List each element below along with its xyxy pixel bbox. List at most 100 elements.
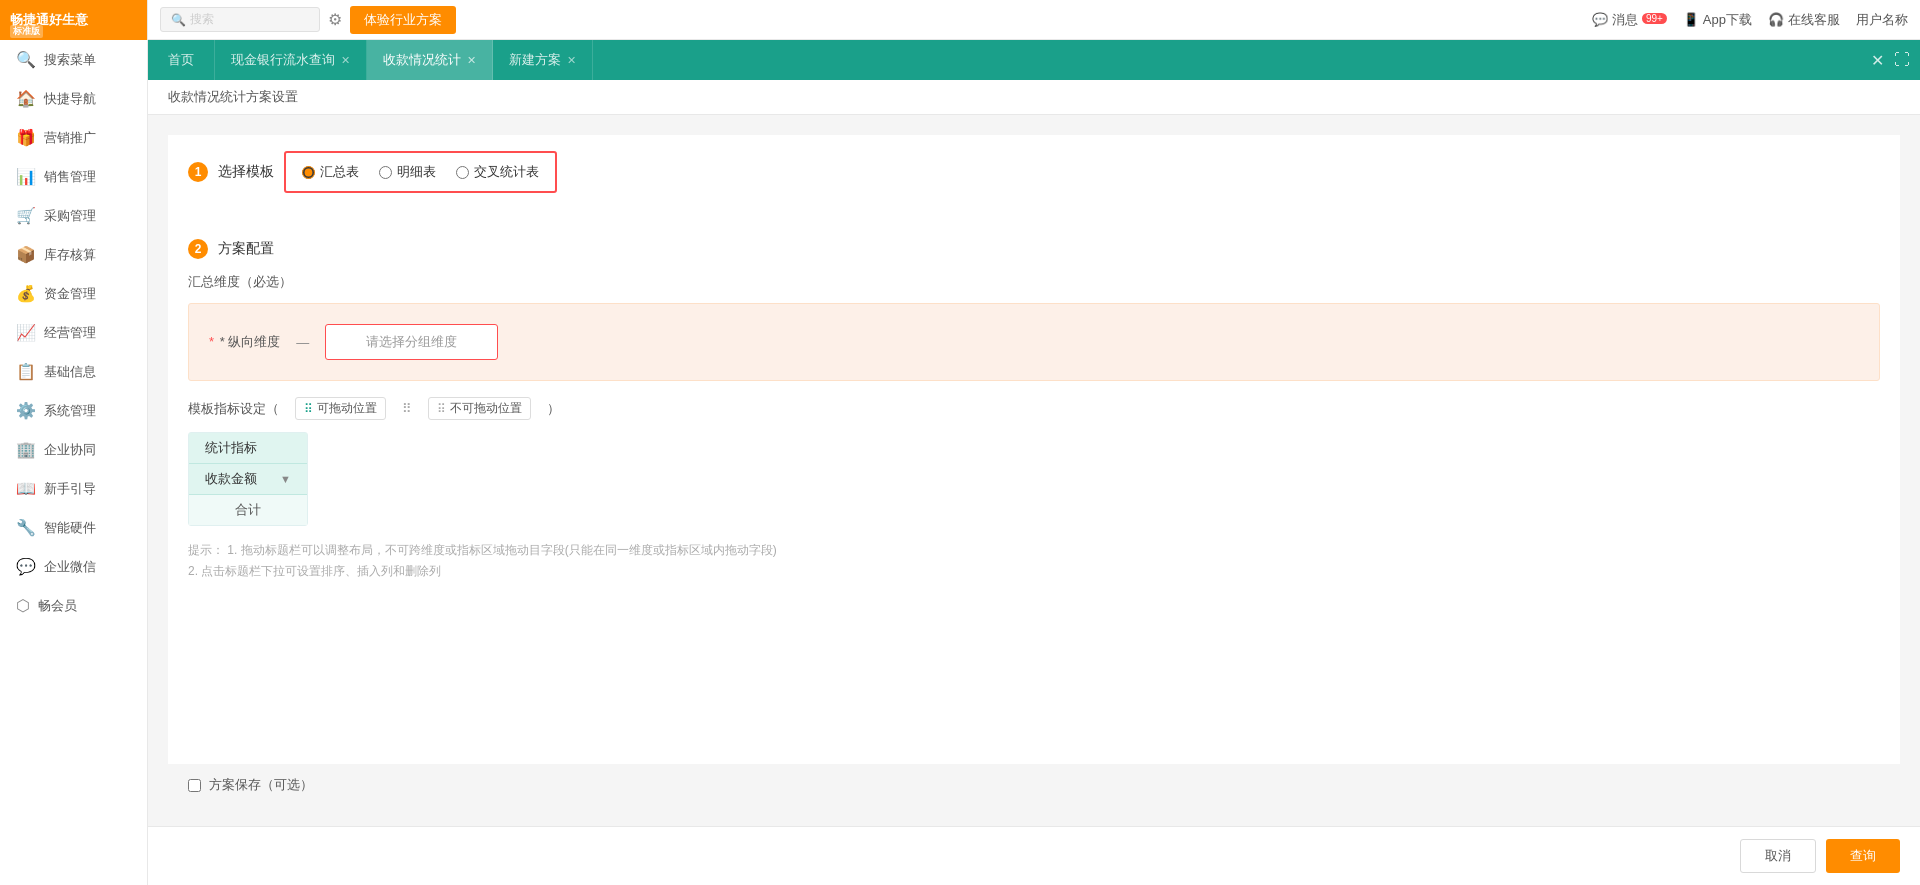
- search-box[interactable]: 🔍 搜索: [160, 7, 320, 32]
- home-icon: 🏠: [16, 89, 36, 108]
- sidebar-item-wechat[interactable]: 💬 企业微信: [0, 547, 147, 586]
- download-icon: 📱: [1683, 12, 1699, 27]
- user-name[interactable]: 用户名称: [1856, 11, 1908, 29]
- sidebar-item-marketing[interactable]: 🎁 营销推广: [0, 118, 147, 157]
- sidebar-item-purchase[interactable]: 🛒 采购管理: [0, 196, 147, 235]
- dimension-area: * * 纵向维度 — 请选择分组维度: [188, 303, 1880, 381]
- metric-settings: 模板指标设定（ ⠿ 可拖动位置 ⠿ ⠿ 不可拖动位置 ）: [188, 397, 1880, 526]
- service-item[interactable]: 🎧 在线客服: [1768, 11, 1840, 29]
- sidebar-item-enterprise[interactable]: 🏢 企业协同: [0, 430, 147, 469]
- radio-summary[interactable]: 汇总表: [302, 163, 359, 181]
- metric-item-header[interactable]: 收款金额 ▼: [189, 464, 307, 495]
- industry-button[interactable]: 体验行业方案: [350, 6, 456, 34]
- tab-new-plan-close[interactable]: ✕: [567, 54, 576, 67]
- no-drag-tag: ⠿ 不可拖动位置: [428, 397, 531, 420]
- tab-collection-stats[interactable]: 收款情况统计 ✕: [367, 40, 493, 80]
- header-right: 💬 消息 99+ 📱 App下载 🎧 在线客服 用户名称: [1592, 11, 1908, 29]
- member-icon: ⬡: [16, 596, 30, 615]
- arrow-icon: —: [296, 335, 309, 350]
- step1-title: 选择模板: [218, 163, 274, 181]
- search-icon: 🔍: [16, 50, 36, 69]
- version-tag: 标准版: [10, 25, 43, 38]
- sidebar-item-inventory[interactable]: 📦 库存核算: [0, 235, 147, 274]
- notification-badge: 99+: [1642, 13, 1667, 24]
- sidebar-search-label: 搜索菜单: [44, 51, 96, 69]
- notification-label: 消息: [1612, 11, 1638, 29]
- save-plan-label: 方案保存（可选）: [209, 776, 313, 794]
- radio-cross-input[interactable]: [456, 166, 469, 179]
- cart-icon: 🛒: [16, 206, 36, 225]
- notification-item[interactable]: 💬 消息 99+: [1592, 11, 1667, 29]
- message-icon: 💬: [1592, 12, 1608, 27]
- service-label: 在线客服: [1788, 11, 1840, 29]
- page-footer: 方案保存（可选）: [168, 764, 1900, 806]
- drag-icon: ⠿: [304, 402, 313, 416]
- tips-area: 提示： 1. 拖动标题栏可以调整布局，不可跨维度或指标区域拖动目字段(只能在同一…: [188, 542, 1880, 580]
- chart-icon: 📊: [16, 167, 36, 186]
- sidebar-item-hardware[interactable]: 🔧 智能硬件: [0, 508, 147, 547]
- tab-expand-icon[interactable]: ⛶: [1894, 51, 1910, 69]
- sidebar-item-quick-nav[interactable]: 🏠 快捷导航: [0, 79, 147, 118]
- sidebar-operations-label: 经营管理: [44, 324, 96, 342]
- search-icon-header: 🔍: [171, 13, 186, 27]
- radio-detail-label: 明细表: [397, 163, 436, 181]
- radio-detail[interactable]: 明细表: [379, 163, 436, 181]
- settings-icon[interactable]: ⚙: [328, 10, 342, 29]
- radio-summary-label: 汇总表: [320, 163, 359, 181]
- radio-cross[interactable]: 交叉统计表: [456, 163, 539, 181]
- search-placeholder: 搜索: [190, 11, 214, 28]
- sidebar-item-search[interactable]: 🔍 搜索菜单: [0, 40, 147, 79]
- sidebar-finance-label: 资金管理: [44, 285, 96, 303]
- step2-section: 2 方案配置 汇总维度（必选） * * 纵向维度 — 请选择分组维度: [168, 223, 1900, 764]
- box-icon: 📦: [16, 245, 36, 264]
- tab-bar: 首页 现金银行流水查询 ✕ 收款情况统计 ✕ 新建方案 ✕ ✕ ⛶: [148, 40, 1920, 80]
- sidebar-item-base-info[interactable]: 📋 基础信息: [0, 352, 147, 391]
- sidebar-item-finance[interactable]: 💰 资金管理: [0, 274, 147, 313]
- metric-sub-row: 合计: [189, 495, 307, 525]
- metric-settings-suffix: ）: [547, 400, 560, 418]
- step1-section: 1 选择模板 汇总表 明细表: [168, 135, 1900, 223]
- page-title-bar: 收款情况统计方案设置: [148, 80, 1920, 115]
- metrics-header: 统计指标: [189, 433, 307, 464]
- tab-home[interactable]: 首页: [148, 40, 215, 80]
- download-item[interactable]: 📱 App下载: [1683, 11, 1752, 29]
- save-plan-checkbox[interactable]: [188, 779, 201, 792]
- sidebar-hardware-label: 智能硬件: [44, 519, 96, 537]
- app-logo: 畅捷通好生意 标准版: [0, 0, 147, 40]
- gear-icon: ⚙️: [16, 401, 36, 420]
- tab-new-plan[interactable]: 新建方案 ✕: [493, 40, 593, 80]
- dimension-select[interactable]: 请选择分组维度: [325, 324, 498, 360]
- sidebar-item-member[interactable]: ⬡ 畅会员: [0, 586, 147, 625]
- radio-detail-input[interactable]: [379, 166, 392, 179]
- tab-minimize-icon[interactable]: ✕: [1871, 51, 1884, 70]
- dimension-title: 汇总维度（必选）: [188, 273, 1880, 291]
- tab-bank-flow[interactable]: 现金银行流水查询 ✕: [215, 40, 367, 80]
- vertical-dim-label: * * 纵向维度: [209, 333, 280, 351]
- money-icon: 💰: [16, 284, 36, 303]
- sidebar-item-operations[interactable]: 📈 经营管理: [0, 313, 147, 352]
- clipboard-icon: 📋: [16, 362, 36, 381]
- step2-header: 2 方案配置: [188, 239, 1880, 259]
- tab-collection-stats-close[interactable]: ✕: [467, 54, 476, 67]
- sidebar-wechat-label: 企业微信: [44, 558, 96, 576]
- sidebar-item-guide[interactable]: 📖 新手引导: [0, 469, 147, 508]
- step1-badge: 1: [188, 162, 208, 182]
- operations-icon: 📈: [16, 323, 36, 342]
- page-title: 收款情况统计方案设置: [168, 89, 298, 104]
- sidebar-item-system[interactable]: ⚙️ 系统管理: [0, 391, 147, 430]
- radio-summary-input[interactable]: [302, 166, 315, 179]
- bottom-action-bar: 取消 查询: [148, 826, 1920, 885]
- cancel-button[interactable]: 取消: [1740, 839, 1816, 873]
- draggable-label: 可拖动位置: [317, 400, 377, 417]
- metric-sub-label: 合计: [235, 502, 261, 517]
- no-drag-icon: ⠿: [437, 402, 446, 416]
- tab-bank-flow-close[interactable]: ✕: [341, 54, 350, 67]
- sidebar-sales-label: 销售管理: [44, 168, 96, 186]
- download-label: App下载: [1703, 11, 1752, 29]
- main-content: 🔍 搜索 ⚙ 体验行业方案 💬 消息 99+ 📱 App下载 🎧: [148, 0, 1920, 885]
- sidebar-quick-nav-label: 快捷导航: [44, 90, 96, 108]
- vertical-label-text: * 纵向维度: [220, 334, 281, 349]
- query-button[interactable]: 查询: [1826, 839, 1900, 873]
- tool-icon: 🔧: [16, 518, 36, 537]
- sidebar-item-sales[interactable]: 📊 销售管理: [0, 157, 147, 196]
